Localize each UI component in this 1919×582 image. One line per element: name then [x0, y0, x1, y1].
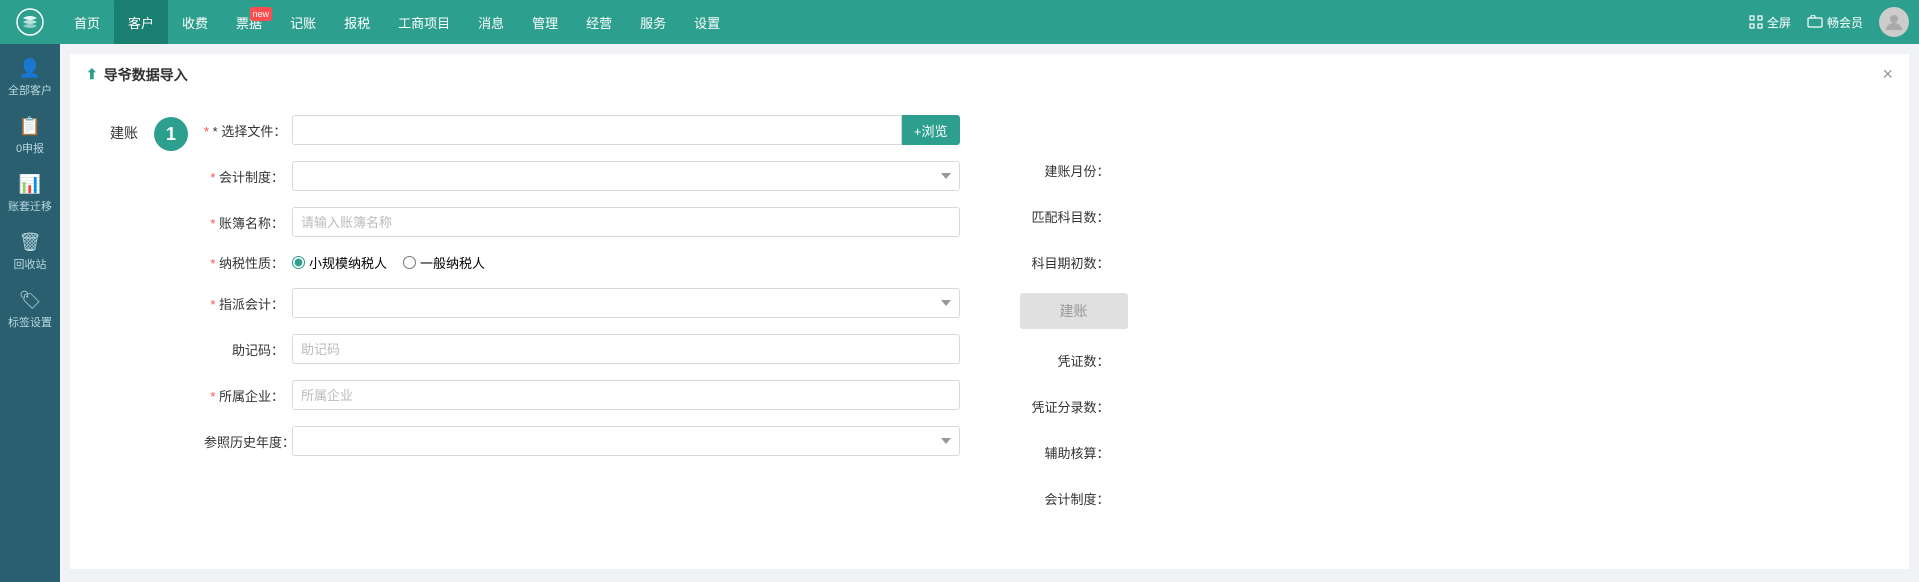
sidebar-item-declaration[interactable]: 📋 0申报	[0, 108, 60, 164]
sidebar-label-migration: 账套迁移	[8, 198, 52, 214]
nav-item-fee[interactable]: 收费	[168, 0, 222, 44]
radio-general-taxpayer[interactable]: 一般纳税人	[403, 253, 485, 272]
account-month-row: 建账月份：	[1020, 155, 1870, 185]
company-row: * 所属企业：	[204, 380, 960, 410]
voucher-count-row: 凭证数：	[1020, 345, 1870, 375]
fullscreen-label: 全屏	[1767, 14, 1791, 31]
tax-type-radio-group: 小规模纳税人 一般纳税人	[292, 253, 960, 272]
file-input-group: +浏览	[292, 115, 960, 145]
form-layout: 建账 1 * * 选择文件： +浏览	[110, 115, 1869, 529]
sidebar-item-all-clients[interactable]: 👤 全部客户	[0, 50, 60, 106]
radio-small-taxpayer[interactable]: 小规模纳税人	[292, 253, 387, 272]
history-year-row: 参照历史年度：	[204, 426, 960, 456]
step-label: 建账	[110, 123, 138, 143]
main-content: ⬆ 导爷数据导入 × 建账 1 * * 选择文件	[60, 44, 1919, 582]
accountant-row: * 指派会计：	[204, 288, 960, 318]
browse-button[interactable]: +浏览	[902, 115, 960, 145]
step-circle: 1	[154, 117, 188, 151]
nav-item-client[interactable]: 客户	[114, 0, 168, 44]
new-badge: new	[250, 7, 273, 21]
memo-code-input[interactable]	[292, 334, 960, 364]
history-year-label: 参照历史年度：	[204, 432, 284, 451]
page-header: ⬆ 导爷数据导入 ×	[70, 54, 1909, 95]
company-input[interactable]	[292, 380, 960, 410]
nav-item-home[interactable]: 首页	[60, 0, 114, 44]
aux-accounting-label: 辅助核算：	[1020, 443, 1110, 462]
nav-item-invoice[interactable]: 票据 new	[222, 0, 276, 44]
radio-small-label: 小规模纳税人	[309, 253, 387, 272]
sidebar-label-tags: 标签设置	[8, 314, 52, 330]
nav-right: 全屏 畅会员	[1749, 7, 1909, 37]
voucher-records-row: 凭证分录数：	[1020, 391, 1870, 421]
ledger-name-label: * 账簿名称：	[204, 213, 284, 232]
sidebar-item-tags[interactable]: 🏷 标签设置	[0, 282, 60, 338]
account-month-label: 建账月份：	[1020, 161, 1110, 180]
nav-item-operation[interactable]: 经营	[572, 0, 626, 44]
form-left: 建账 1 * * 选择文件： +浏览	[110, 115, 960, 529]
member-label: 畅会员	[1827, 14, 1863, 31]
right-accounting-system-row: 会计制度：	[1020, 483, 1870, 513]
form-container: 建账 1 * * 选择文件： +浏览	[70, 95, 1909, 569]
logo	[10, 2, 50, 42]
nav-item-business[interactable]: 工商项目	[384, 0, 464, 44]
all-clients-icon: 👤	[19, 58, 41, 79]
main-layout: 👤 全部客户 📋 0申报 📊 账套迁移 🗑 回收站 🏷 标签设置 ⬆ 导爷数据导…	[0, 44, 1919, 582]
nav-item-tax[interactable]: 报税	[330, 0, 384, 44]
sidebar-label-declaration: 0申报	[16, 140, 44, 156]
radio-general-label: 一般纳税人	[420, 253, 485, 272]
voucher-records-label: 凭证分录数：	[1020, 397, 1110, 416]
voucher-count-label: 凭证数：	[1020, 351, 1110, 370]
ledger-name-input[interactable]	[292, 207, 960, 237]
nav-item-message[interactable]: 消息	[464, 0, 518, 44]
nav-item-settings[interactable]: 设置	[680, 0, 734, 44]
sidebar: 👤 全部客户 📋 0申报 📊 账套迁移 🗑 回收站 🏷 标签设置	[0, 44, 60, 582]
subject-balance-label: 科目期初数：	[1020, 253, 1110, 272]
nav-item-manage[interactable]: 管理	[518, 0, 572, 44]
accountant-select[interactable]	[292, 288, 960, 318]
recycle-icon: 🗑	[19, 232, 42, 253]
accounting-system-row: * 会计制度：	[204, 161, 960, 191]
select-file-label: * * 选择文件：	[204, 121, 284, 140]
company-label: * 所属企业：	[204, 386, 284, 405]
nav-item-bookkeeping[interactable]: 记账	[276, 0, 330, 44]
member-btn[interactable]: 畅会员	[1807, 14, 1863, 31]
file-input[interactable]	[292, 115, 902, 145]
form-right: 建账月份： 匹配科目数： 科目期初数： 建账	[1020, 115, 1870, 529]
avatar[interactable]	[1879, 7, 1909, 37]
radio-general-input[interactable]	[403, 256, 416, 269]
right-accounting-system-label: 会计制度：	[1020, 489, 1110, 508]
accounting-system-label: * 会计制度：	[204, 167, 284, 186]
select-file-row: * * 选择文件： +浏览	[204, 115, 960, 145]
close-button[interactable]: ×	[1882, 64, 1893, 85]
subject-balance-row: 科目期初数：	[1020, 247, 1870, 277]
tax-type-row: * 纳税性质： 小规模纳税人 一般纳税人	[204, 253, 960, 272]
declaration-icon: 📋	[19, 116, 41, 137]
create-account-btn-row: 建账	[1020, 293, 1870, 329]
memo-code-row: 助记码：	[204, 334, 960, 364]
radio-small-input[interactable]	[292, 256, 305, 269]
tags-icon: 🏷	[19, 290, 42, 311]
sidebar-label-recycle: 回收站	[14, 256, 47, 272]
fullscreen-btn[interactable]: 全屏	[1749, 14, 1791, 31]
migration-icon: 📊	[19, 174, 41, 195]
accountant-label: * 指派会计：	[204, 294, 284, 313]
sidebar-item-migration[interactable]: 📊 账套迁移	[0, 166, 60, 222]
ledger-name-row: * 账簿名称：	[204, 207, 960, 237]
tax-type-label: * 纳税性质：	[204, 253, 284, 272]
step-section: 建账 1 * * 选择文件： +浏览	[110, 115, 960, 472]
nav-item-service[interactable]: 服务	[626, 0, 680, 44]
form-fields: * * 选择文件： +浏览 * 会计制度：	[204, 115, 960, 472]
match-subject-label: 匹配科目数：	[1020, 207, 1110, 226]
match-subject-row: 匹配科目数：	[1020, 201, 1870, 231]
memo-code-label: 助记码：	[204, 340, 284, 359]
sidebar-label-all-clients: 全部客户	[8, 82, 52, 98]
history-year-select[interactable]	[292, 426, 960, 456]
import-icon: ⬆	[86, 66, 98, 83]
create-account-button[interactable]: 建账	[1020, 293, 1128, 329]
top-nav: 首页 客户 收费 票据 new 记账 报税 工商项目 消息 管理 经营 服务 设…	[0, 0, 1919, 44]
accounting-system-select[interactable]	[292, 161, 960, 191]
aux-accounting-row: 辅助核算：	[1020, 437, 1870, 467]
page-title: ⬆ 导爷数据导入	[86, 65, 188, 85]
sidebar-item-recycle[interactable]: 🗑 回收站	[0, 224, 60, 280]
